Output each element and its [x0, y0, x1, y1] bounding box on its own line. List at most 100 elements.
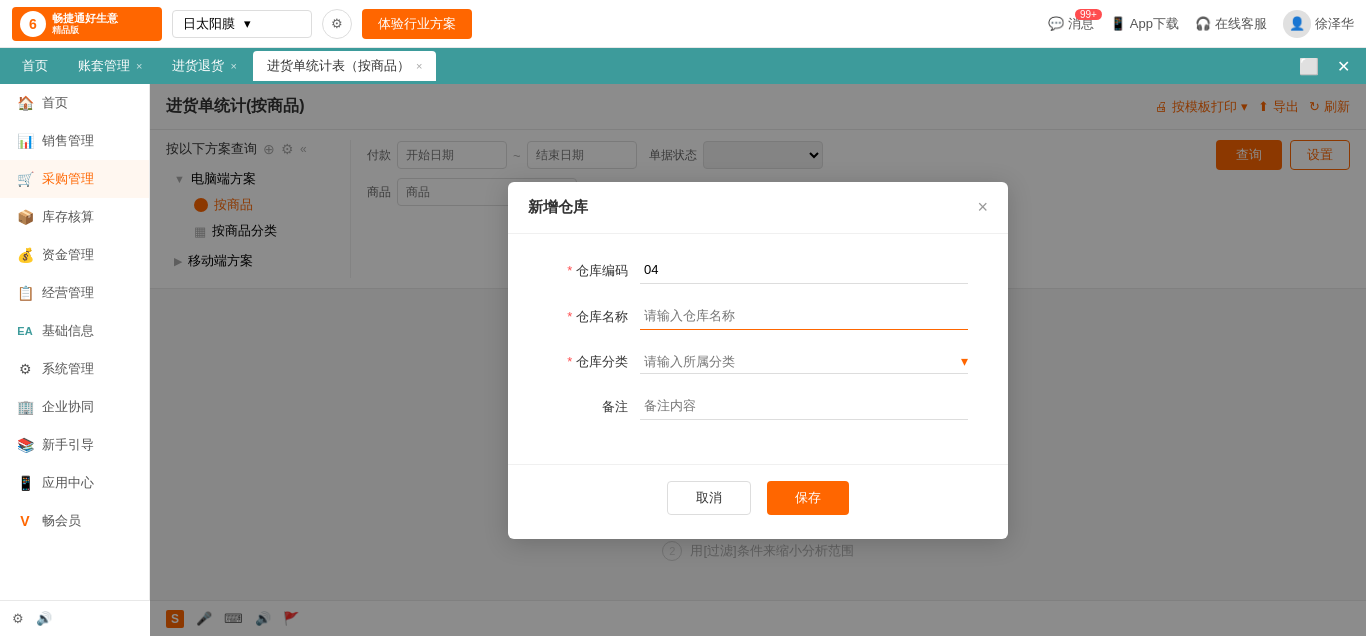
purchase-icon: 🛒	[16, 170, 34, 188]
sidebar-item-purchase-label: 采购管理	[42, 170, 94, 188]
finance-icon: 💰	[16, 246, 34, 264]
tab-purchase-stat[interactable]: 进货单统计表（按商品） ×	[253, 51, 436, 81]
app-download-label: App下载	[1130, 15, 1179, 33]
sidebar-item-home[interactable]: 🏠 首页	[0, 84, 149, 122]
tab-bar: 首页 账套管理 × 进货退货 × 进货单统计表（按商品） × ⬜ ✕	[0, 48, 1366, 84]
tab-purchase-return-label: 进货退货	[172, 57, 224, 75]
brand-sub: 精品版	[52, 25, 118, 36]
sidebar-item-basic-info[interactable]: EA 基础信息	[0, 312, 149, 350]
sidebar-item-enterprise[interactable]: 🏢 企业协同	[0, 388, 149, 426]
inventory-icon: 📦	[16, 208, 34, 226]
sidebar-bottom: ⚙ 🔊	[0, 600, 150, 636]
dialog-title: 新增仓库	[528, 198, 977, 217]
store-name: 日太阳膜	[183, 15, 240, 33]
volume-icon[interactable]: 🔊	[36, 611, 52, 626]
store-selector[interactable]: 日太阳膜 ▾	[172, 10, 312, 38]
dialog-overlay: 新增仓库 × 仓库编码 仓库名称 仓库分类	[150, 84, 1366, 636]
name-label: 仓库名称	[548, 308, 628, 326]
logo-text: 畅捷通好生意 精品版	[52, 12, 118, 36]
dialog-close-button[interactable]: ×	[977, 198, 988, 216]
app-download-action[interactable]: 📱 App下载	[1110, 15, 1179, 33]
sidebar-item-purchase[interactable]: 🛒 采购管理	[0, 160, 149, 198]
remark-label: 备注	[548, 398, 628, 416]
tab-account-close[interactable]: ×	[136, 60, 142, 72]
logo-letter: 6	[29, 16, 37, 32]
system-icon: ⚙	[16, 360, 34, 378]
online-service-label: 在线客服	[1215, 15, 1267, 33]
remark-input[interactable]	[640, 394, 968, 420]
basic-info-icon: EA	[16, 322, 34, 340]
appstore-icon: 📱	[16, 474, 34, 492]
sidebar-item-vip-label: 畅会员	[42, 512, 81, 530]
tab-purchase-return[interactable]: 进货退货 ×	[158, 51, 250, 81]
sidebar-item-home-label: 首页	[42, 94, 68, 112]
tab-home[interactable]: 首页	[8, 51, 62, 81]
sidebar-item-enterprise-label: 企业协同	[42, 398, 94, 416]
tab-purchase-stat-label: 进货单统计表（按商品）	[267, 57, 410, 75]
tab-account[interactable]: 账套管理 ×	[64, 51, 156, 81]
sidebar-item-guide[interactable]: 📚 新手引导	[0, 426, 149, 464]
gear-button[interactable]: ⚙	[322, 9, 352, 39]
dialog-footer: 取消 保存	[508, 464, 1008, 539]
warehouse-name-input[interactable]	[640, 304, 968, 330]
new-warehouse-dialog: 新增仓库 × 仓库编码 仓库名称 仓库分类	[508, 182, 1008, 539]
enterprise-icon: 🏢	[16, 398, 34, 416]
sidebar-item-vip[interactable]: V 畅会员	[0, 502, 149, 540]
online-service-action[interactable]: 🎧 在线客服	[1195, 15, 1267, 33]
tab-home-label: 首页	[22, 57, 48, 75]
category-select-wrap[interactable]: ▾	[640, 350, 968, 374]
sidebar-item-sales-label: 销售管理	[42, 132, 94, 150]
brand-name: 畅捷通好生意	[52, 12, 118, 25]
top-bar: 6 畅捷通好生意 精品版 日太阳膜 ▾ ⚙ 体验行业方案 💬 消息 99+ 📱 …	[0, 0, 1366, 48]
form-row-remark: 备注	[548, 394, 968, 420]
save-button[interactable]: 保存	[767, 481, 849, 515]
sidebar-item-guide-label: 新手引导	[42, 436, 94, 454]
form-row-code: 仓库编码	[548, 258, 968, 284]
message-badge: 99+	[1075, 9, 1102, 20]
logo-icon: 6	[20, 11, 46, 37]
sidebar-item-operation[interactable]: 📋 经营管理	[0, 274, 149, 312]
user-action[interactable]: 👤 徐泽华	[1283, 10, 1354, 38]
sidebar-item-inventory[interactable]: 📦 库存核算	[0, 198, 149, 236]
content-area: 进货单统计(按商品) 🖨 按模板打印 ▾ ⬆ 导出 ↻ 刷新	[150, 84, 1366, 636]
category-label: 仓库分类	[548, 353, 628, 371]
tab-purchase-stat-close[interactable]: ×	[416, 60, 422, 72]
category-dropdown-icon: ▾	[961, 353, 968, 369]
headset-icon: 🎧	[1195, 16, 1211, 31]
message-icon: 💬	[1048, 16, 1064, 31]
vip-icon: V	[16, 512, 34, 530]
main-layout: 🏠 首页 📊 销售管理 🛒 采购管理 📦 库存核算 💰 资金管理 📋 经营管理 …	[0, 84, 1366, 636]
message-action[interactable]: 💬 消息 99+	[1048, 15, 1094, 33]
dialog-body: 仓库编码 仓库名称 仓库分类 ▾	[508, 234, 1008, 456]
sidebar-item-system-label: 系统管理	[42, 360, 94, 378]
category-input[interactable]	[640, 350, 961, 373]
top-right-actions: 💬 消息 99+ 📱 App下载 🎧 在线客服 👤 徐泽华	[1048, 10, 1354, 38]
sidebar-item-sales[interactable]: 📊 销售管理	[0, 122, 149, 160]
username-label: 徐泽华	[1315, 15, 1354, 33]
sidebar-item-appstore[interactable]: 📱 应用中心	[0, 464, 149, 502]
trial-button[interactable]: 体验行业方案	[362, 9, 472, 39]
dialog-header: 新增仓库 ×	[508, 182, 1008, 234]
form-row-category: 仓库分类 ▾	[548, 350, 968, 374]
sidebar-item-system[interactable]: ⚙ 系统管理	[0, 350, 149, 388]
sidebar-item-basic-info-label: 基础信息	[42, 322, 94, 340]
chevron-down-icon: ▾	[244, 16, 301, 31]
gear-icon: ⚙	[331, 16, 343, 31]
sidebar-item-finance[interactable]: 💰 资金管理	[0, 236, 149, 274]
settings-bottom-icon[interactable]: ⚙	[12, 611, 24, 626]
sales-icon: 📊	[16, 132, 34, 150]
avatar: 👤	[1283, 10, 1311, 38]
sidebar-item-appstore-label: 应用中心	[42, 474, 94, 492]
tab-account-label: 账套管理	[78, 57, 130, 75]
tab-close-all-button[interactable]: ✕	[1329, 53, 1358, 80]
cancel-button[interactable]: 取消	[667, 481, 751, 515]
tab-purchase-return-close[interactable]: ×	[230, 60, 236, 72]
tab-restore-button[interactable]: ⬜	[1291, 53, 1327, 80]
sidebar-item-finance-label: 资金管理	[42, 246, 94, 264]
operation-icon: 📋	[16, 284, 34, 302]
warehouse-code-input[interactable]	[640, 258, 968, 284]
sidebar-item-operation-label: 经营管理	[42, 284, 94, 302]
form-row-name: 仓库名称	[548, 304, 968, 330]
home-icon: 🏠	[16, 94, 34, 112]
sidebar: 🏠 首页 📊 销售管理 🛒 采购管理 📦 库存核算 💰 资金管理 📋 经营管理 …	[0, 84, 150, 636]
